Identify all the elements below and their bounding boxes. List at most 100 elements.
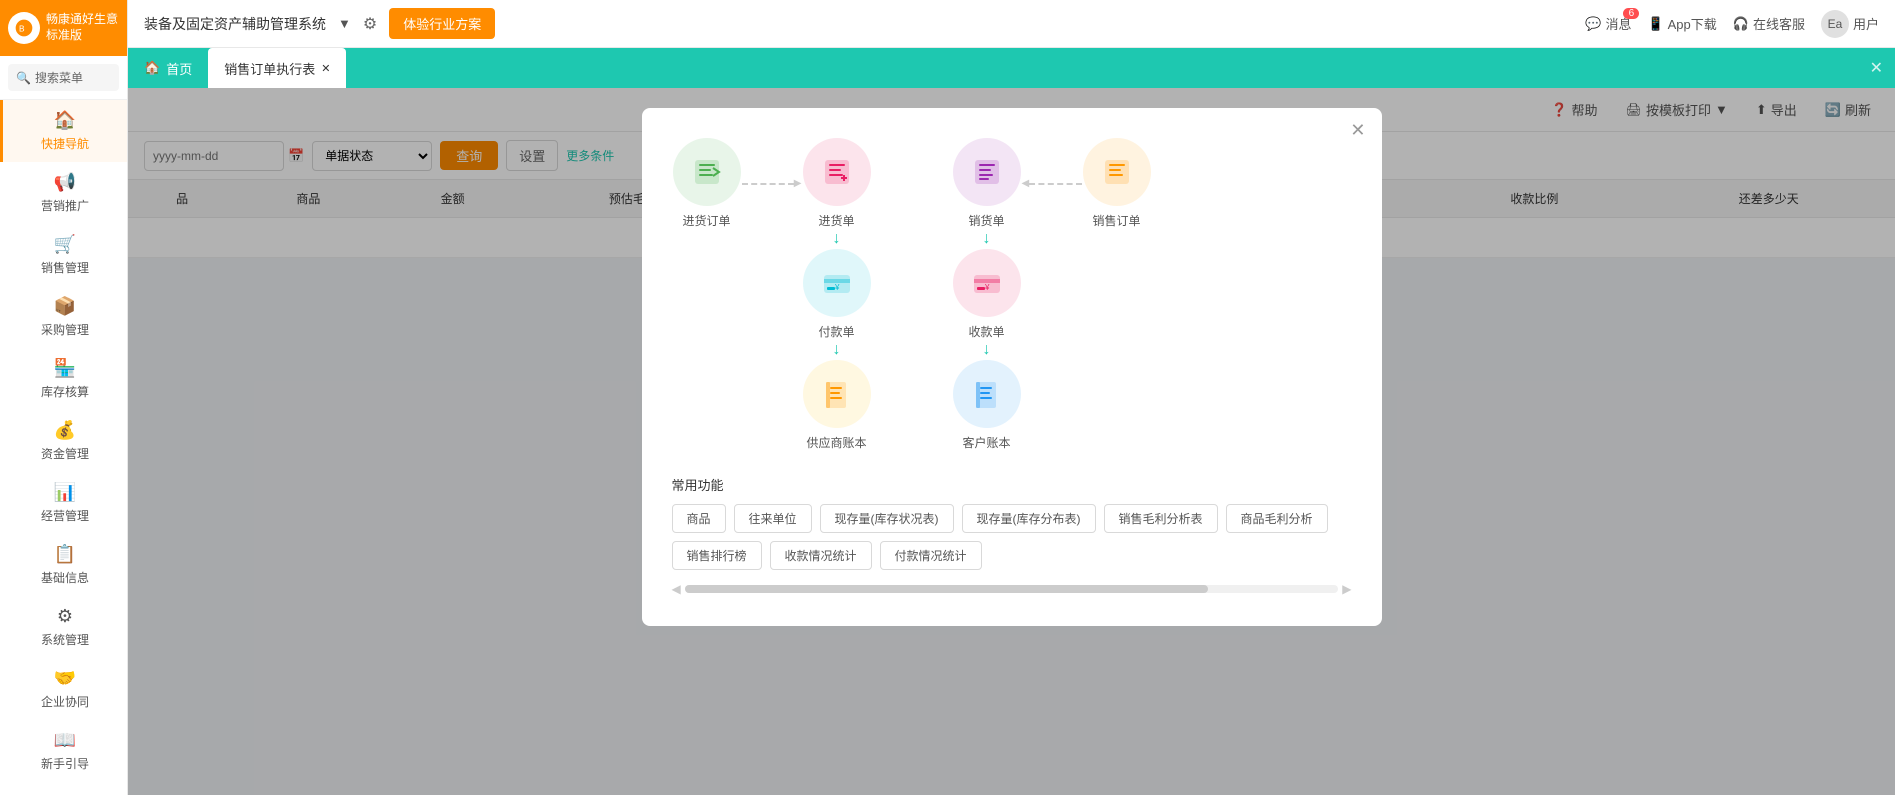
- common-functions-title: 常用功能: [672, 475, 1352, 494]
- flow-receipt[interactable]: ¥ 收款单: [953, 249, 1021, 340]
- func-btn-payment-stats[interactable]: 付款情况统计: [880, 541, 982, 570]
- func-btn-product-profit[interactable]: 商品毛利分析: [1226, 504, 1328, 533]
- func-btn-receipt-stats[interactable]: 收款情况统计: [770, 541, 872, 570]
- flow-down-arrow-receipt: ↓: [983, 341, 991, 359]
- scrollbar-track[interactable]: [685, 585, 1339, 593]
- flow-purchase-order[interactable]: 进货订单: [673, 138, 741, 229]
- tab-sales-order-exec[interactable]: 销售订单执行表 ✕: [208, 48, 346, 88]
- search-menu: 🔍 搜索菜单: [0, 56, 127, 100]
- func-btn-sales-ranking[interactable]: 销售排行榜: [672, 541, 762, 570]
- purchase-order-icon: [673, 138, 741, 206]
- purchase-icon: 📦: [54, 296, 76, 317]
- sale-order-icon: [1083, 138, 1151, 206]
- flow-customer-ledger[interactable]: 客户账本: [953, 360, 1021, 451]
- flow-arrow-2: ◀: [1022, 178, 1082, 189]
- flow-arrow-1: ▶: [742, 178, 802, 189]
- experience-button[interactable]: 体验行业方案: [389, 8, 495, 39]
- logo: B 畅康通好生意 标准版: [0, 0, 127, 56]
- logo-icon: B: [8, 12, 40, 44]
- popup-overlay[interactable]: ✕ 进货订单 ▶: [128, 88, 1895, 795]
- supplier-ledger-icon: [803, 360, 871, 428]
- inventory-icon: 🏪: [54, 358, 76, 379]
- scroll-left-icon[interactable]: ◀: [672, 582, 681, 596]
- sidebar-menu: 🏠 快捷导航 📢 营销推广 🛒 销售管理 📦 采购管理 🏪 库存核算 💰: [0, 100, 127, 795]
- header-right: 💬 消息 6 📱 App下载 🎧 在线客服 Ea 用户: [1585, 10, 1879, 38]
- user-menu[interactable]: Ea 用户: [1821, 10, 1879, 38]
- content-area: ❓ 帮助 🖨 按模板打印 ▼ ⬆ 导出 🔄 刷新: [128, 88, 1895, 795]
- search-icon: 🔍: [16, 71, 31, 85]
- basic-info-icon: 📋: [54, 544, 76, 565]
- home-icon: 🏠: [54, 110, 76, 131]
- tab-home[interactable]: 🏠 首页: [128, 48, 208, 88]
- sidebar-item-finance[interactable]: 💰 资金管理: [0, 410, 127, 472]
- sidebar-item-marketing[interactable]: 📢 营销推广: [0, 162, 127, 224]
- func-btn-customer-unit[interactable]: 往来单位: [734, 504, 812, 533]
- flow-supplier-ledger[interactable]: 供应商账本: [803, 360, 871, 451]
- main-area: 装备及固定资产辅助管理系统 ▼ ⚙ 体验行业方案 💬 消息 6 📱 App下载 …: [128, 0, 1895, 795]
- flow-down-arrow-sale: ↓: [983, 230, 991, 248]
- flow-purchase-bill[interactable]: 进货单: [803, 138, 871, 229]
- system-title: 装备及固定资产辅助管理系统: [144, 14, 326, 34]
- user-avatar: Ea: [1821, 10, 1849, 38]
- sidebar-item-system[interactable]: ⚙ 系统管理: [0, 596, 127, 658]
- sidebar: B 畅康通好生意 标准版 🔍 搜索菜单 🏠 快捷导航 📢 营销推广 �: [0, 0, 128, 795]
- sidebar-item-basic-info[interactable]: 📋 基础信息: [0, 534, 127, 596]
- receipt-icon: ¥: [953, 249, 1021, 317]
- svg-text:B: B: [19, 23, 25, 33]
- operation-icon: 📊: [54, 482, 76, 503]
- func-btns-row1: 商品 往来单位 现存量(库存状况表) 现存量(库存分布表) 销售毛利分析表 商品…: [672, 504, 1352, 533]
- svg-text:¥: ¥: [984, 283, 990, 292]
- online-service-button[interactable]: 🎧 在线客服: [1733, 14, 1805, 33]
- scroll-right-icon[interactable]: ▶: [1342, 582, 1351, 596]
- popup-close-button[interactable]: ✕: [1350, 120, 1365, 141]
- popup-dialog: ✕ 进货订单 ▶: [642, 108, 1382, 626]
- search-menu-button[interactable]: 🔍 搜索菜单: [8, 64, 119, 91]
- sales-icon: 🛒: [54, 234, 76, 255]
- sale-bill-icon: [953, 138, 1021, 206]
- flow-sale-bill[interactable]: 销货单: [953, 138, 1021, 229]
- flow-sale-order[interactable]: 销售订单: [1083, 138, 1151, 229]
- download-icon: 📱: [1647, 16, 1663, 32]
- sidebar-item-enterprise[interactable]: 🤝 企业协同: [0, 658, 127, 720]
- sidebar-item-guide[interactable]: 📖 新手引导: [0, 720, 127, 782]
- sidebar-item-operation[interactable]: 📊 经营管理: [0, 472, 127, 534]
- logo-text: 畅康通好生意 标准版: [46, 12, 118, 43]
- popup-scroll-controls: ◀ ▶: [672, 582, 1352, 596]
- scrollbar-thumb: [685, 585, 1208, 593]
- func-btn-sales-profit[interactable]: 销售毛利分析表: [1104, 504, 1218, 533]
- message-icon: 💬: [1585, 16, 1601, 32]
- sidebar-item-sales[interactable]: 🛒 销售管理: [0, 224, 127, 286]
- app-download-button[interactable]: 📱 App下载: [1647, 14, 1716, 33]
- common-functions: 常用功能 商品 往来单位 现存量(库存状况表) 现存量(库存分布表) 销售毛利分…: [672, 475, 1352, 570]
- finance-icon: 💰: [54, 420, 76, 441]
- message-button[interactable]: 💬 消息 6: [1585, 14, 1631, 33]
- payment-icon: ¥: [803, 249, 871, 317]
- tab-bar: 🏠 首页 销售订单执行表 ✕ ✕: [128, 48, 1895, 88]
- func-btn-product[interactable]: 商品: [672, 504, 726, 533]
- customer-ledger-icon: [953, 360, 1021, 428]
- tab-close-icon[interactable]: ✕: [321, 62, 330, 75]
- sidebar-item-quick-nav[interactable]: 🏠 快捷导航: [0, 100, 127, 162]
- flow-down-arrow-payment: ↓: [833, 341, 841, 359]
- marketing-icon: 📢: [54, 172, 76, 193]
- func-btns-row2: 销售排行榜 收款情况统计 付款情况统计: [672, 541, 1352, 570]
- dropdown-icon: ▼: [338, 16, 351, 31]
- system-dropdown[interactable]: ▼: [338, 16, 351, 31]
- sidebar-item-purchase[interactable]: 📦 采购管理: [0, 286, 127, 348]
- home-tab-icon: 🏠: [144, 60, 160, 76]
- service-icon: 🎧: [1733, 16, 1749, 32]
- guide-icon: 📖: [54, 730, 76, 751]
- func-btn-inventory-status[interactable]: 现存量(库存状况表): [820, 504, 954, 533]
- popup-scrollbar-area: ◀ ▶: [672, 582, 1352, 596]
- flow-down-arrow-purchase: ↓: [833, 230, 841, 248]
- settings-icon[interactable]: ⚙: [363, 14, 377, 34]
- purchase-bill-icon: [803, 138, 871, 206]
- func-btn-inventory-dist[interactable]: 现存量(库存分布表): [962, 504, 1096, 533]
- flow-payment[interactable]: ¥ 付款单: [803, 249, 871, 340]
- window-close-icon[interactable]: ✕: [1870, 58, 1883, 78]
- system-icon: ⚙: [57, 606, 73, 627]
- top-header: 装备及固定资产辅助管理系统 ▼ ⚙ 体验行业方案 💬 消息 6 📱 App下载 …: [128, 0, 1895, 48]
- sidebar-item-inventory[interactable]: 🏪 库存核算: [0, 348, 127, 410]
- enterprise-icon: 🤝: [54, 668, 76, 689]
- message-badge: 6: [1623, 8, 1639, 19]
